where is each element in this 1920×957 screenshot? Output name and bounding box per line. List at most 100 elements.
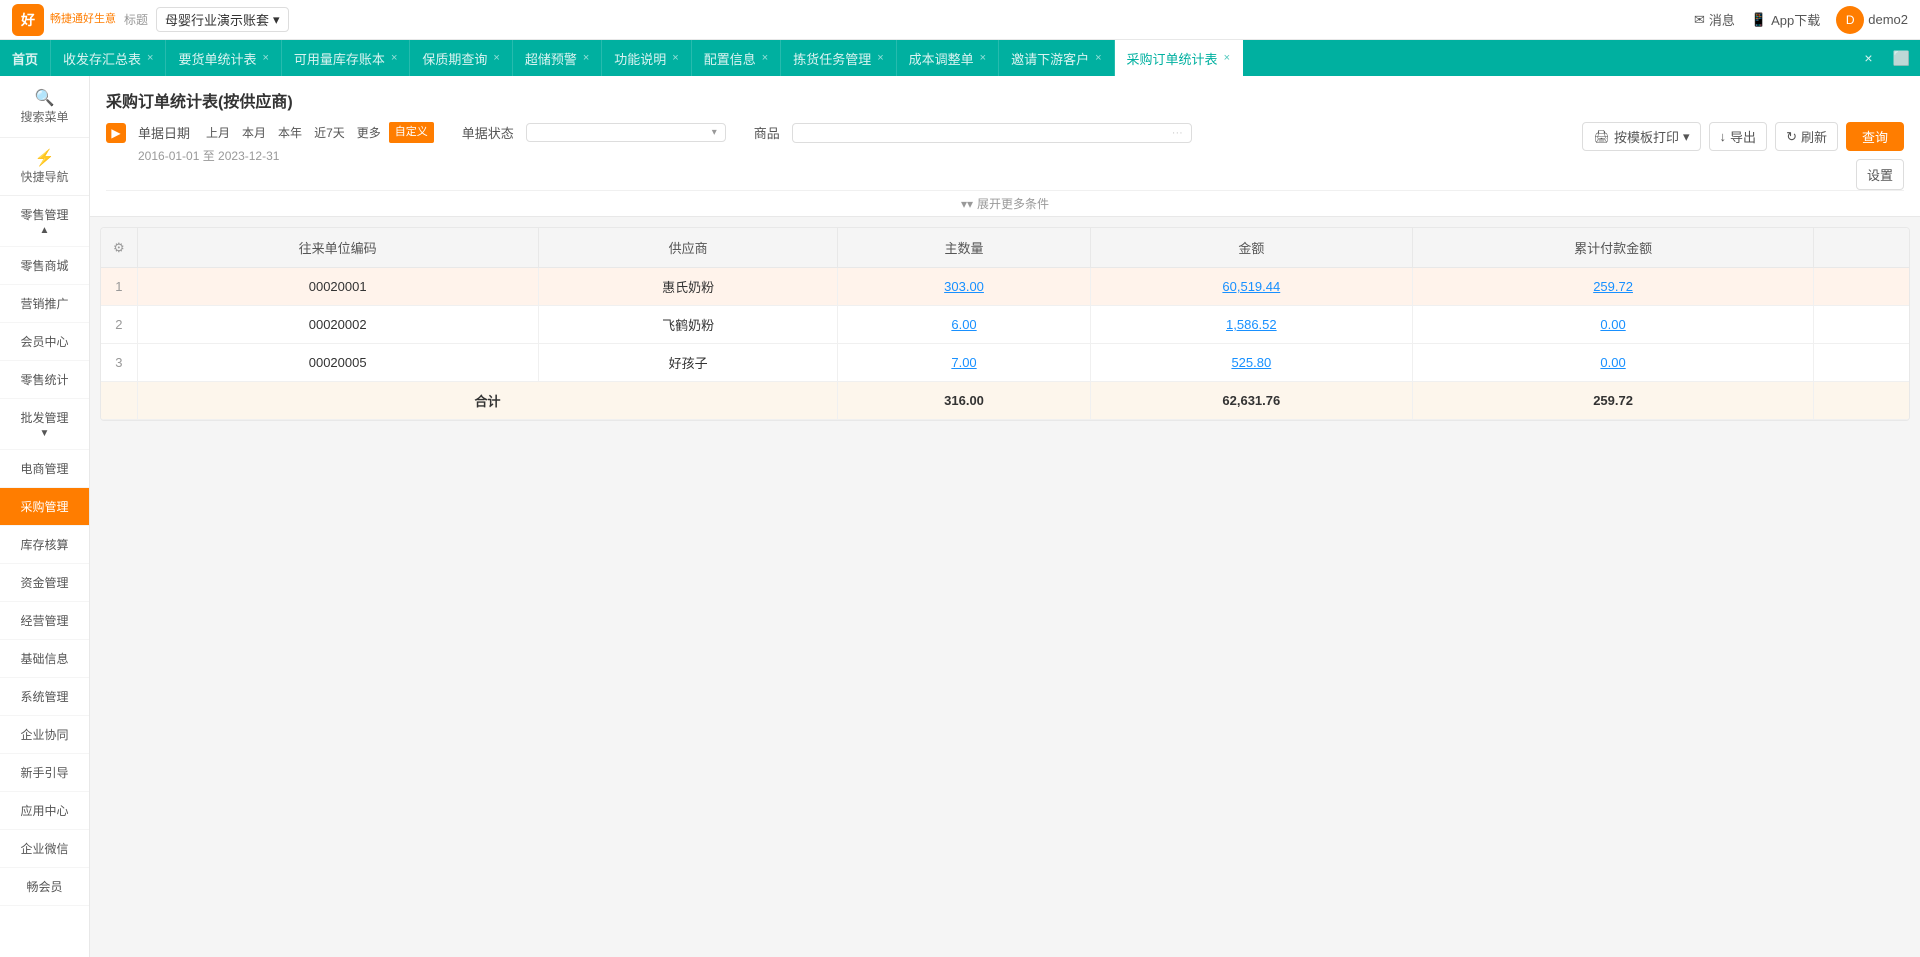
sidebar-item-stock-check[interactable]: 库存核算 [0, 526, 89, 564]
sidebar-item-enterprise-collab[interactable]: 企业协同 [0, 716, 89, 754]
tab-receive-summary[interactable]: 收发存汇总表 × [51, 40, 166, 76]
row-paid-link-3[interactable]: 0.00 [1600, 355, 1625, 370]
message-icon: ✉ [1694, 12, 1705, 28]
avatar-initials: D [1846, 13, 1855, 27]
tab-picking-task-close[interactable]: × [877, 52, 883, 64]
query-button[interactable]: 查询 [1846, 122, 1904, 151]
tab-cost-adjust[interactable]: 成本调整单 × [897, 40, 999, 76]
sidebar-item-new-guide[interactable]: 新手引导 [0, 754, 89, 792]
row-amount-link-3[interactable]: 525.80 [1231, 355, 1271, 370]
footer-amount: 62,631.76 [1090, 382, 1412, 420]
tab-quality-check-label: 保质期查询 [422, 49, 487, 68]
settings-button[interactable]: 设置 [1856, 159, 1904, 190]
print-button[interactable]: 🖨 按模板打印 ▾ [1582, 122, 1700, 151]
date-btn-7days[interactable]: 近7天 [310, 122, 349, 143]
tab-function-desc-close[interactable]: × [672, 52, 678, 64]
sidebar-item-system-mgmt[interactable]: 系统管理 [0, 678, 89, 716]
date-quick-buttons: 上月 本月 本年 近7天 更多 自定义 [202, 122, 434, 143]
table-footer-row: 合计 316.00 62,631.76 259.72 [101, 382, 1909, 420]
sidebar-item-retail-mall[interactable]: 零售商城 [0, 247, 89, 285]
message-button[interactable]: ✉ 消息 [1694, 10, 1735, 29]
sidebar-item-operations-mgmt[interactable]: 经营管理 [0, 602, 89, 640]
tab-function-desc[interactable]: 功能说明 × [602, 40, 691, 76]
tab-available-stock[interactable]: 可用量库存账本 × [282, 40, 410, 76]
export-button[interactable]: ↓ 导出 [1709, 122, 1768, 151]
sidebar-item-ecommerce-mgmt[interactable]: 电商管理 [0, 450, 89, 488]
row-qty-link-1[interactable]: 303.00 [944, 279, 984, 294]
sidebar-item-purchase-mgmt[interactable]: 采购管理 [0, 488, 89, 526]
tab-goods-stats[interactable]: 要货单统计表 × [166, 40, 281, 76]
sidebar-item-basic-info[interactable]: 基础信息 [0, 640, 89, 678]
tab-config-info[interactable]: 配置信息 × [692, 40, 781, 76]
column-settings-icon[interactable]: ⚙ [113, 240, 125, 255]
sidebar-item-retail-mgmt[interactable]: 零售管理 ▲ [0, 196, 89, 247]
user-profile[interactable]: D demo2 [1836, 6, 1908, 34]
logo-area: 好 畅捷通好生意 [12, 4, 116, 36]
tab-overstock-warning-close[interactable]: × [583, 52, 589, 64]
export-label: 导出 [1730, 127, 1756, 146]
basic-info-label: 基础信息 [20, 650, 68, 667]
expand-more-button[interactable]: ▾▾ 展开更多条件 [961, 195, 1049, 212]
quick-nav-button[interactable]: ⚡ 快捷导航 [0, 142, 89, 191]
row-qty-link-3[interactable]: 7.00 [951, 355, 976, 370]
workspace-selector[interactable]: 母婴行业演示账套 ▾ [156, 7, 289, 32]
row-num-1: 1 [101, 268, 137, 306]
expand-more-section: ▾▾ 展开更多条件 [106, 190, 1904, 216]
retail-stats-label: 零售统计 [20, 371, 68, 388]
tab-quality-check[interactable]: 保质期查询 × [410, 40, 512, 76]
refresh-button[interactable]: ↻ 刷新 [1775, 122, 1838, 151]
row-qty-link-2[interactable]: 6.00 [951, 317, 976, 332]
sidebar-item-wholesale-mgmt[interactable]: 批发管理 ▼ [0, 399, 89, 450]
row-amount-3: 525.80 [1090, 344, 1412, 382]
tab-home[interactable]: 首页 [0, 40, 51, 76]
sidebar-item-app-center[interactable]: 应用中心 [0, 792, 89, 830]
row-paid-link-1[interactable]: 259.72 [1593, 279, 1633, 294]
sidebar-item-enterprise-wechat[interactable]: 企业微信 [0, 830, 89, 868]
date-custom-badge[interactable]: 自定义 [389, 122, 434, 143]
date-btn-more[interactable]: 更多 [353, 122, 385, 143]
tab-receive-summary-close[interactable]: × [147, 52, 153, 64]
row-extra-1 [1814, 268, 1909, 306]
workspace-label: 母婴行业演示账套 [165, 10, 269, 29]
th-supplier: 供应商 [538, 228, 838, 268]
top-bar-left: 好 畅捷通好生意 标题 母婴行业演示账套 ▾ [12, 4, 289, 36]
tab-invite-downstream-close[interactable]: × [1095, 52, 1101, 64]
sidebar-item-finance-mgmt[interactable]: 资金管理 [0, 564, 89, 602]
row-qty-2: 6.00 [838, 306, 1090, 344]
th-extra [1814, 228, 1909, 268]
date-btn-this-year[interactable]: 本年 [274, 122, 306, 143]
date-btn-last-month[interactable]: 上月 [202, 122, 234, 143]
tab-quality-check-close[interactable]: × [493, 52, 499, 64]
tab-overstock-warning[interactable]: 超储预警 × [513, 40, 602, 76]
tab-available-stock-close[interactable]: × [391, 52, 397, 64]
print-label: 按模板打印 [1614, 127, 1679, 146]
operations-mgmt-label: 经营管理 [20, 612, 68, 629]
goods-filter-input[interactable]: ··· [792, 123, 1192, 143]
print-icon: 🖨 [1593, 129, 1610, 145]
print-arrow-icon: ▾ [1683, 129, 1690, 145]
refresh-label: 刷新 [1801, 127, 1827, 146]
tab-config-info-close[interactable]: × [762, 52, 768, 64]
tab-close-all-button[interactable]: × [1854, 40, 1882, 76]
tab-invite-downstream[interactable]: 邀请下游客户 × [999, 40, 1114, 76]
filter-toggle-button[interactable]: ▶ [106, 123, 126, 143]
tab-cost-adjust-close[interactable]: × [980, 52, 986, 64]
row-supplier-1: 惠氏奶粉 [538, 268, 838, 306]
row-amount-link-2[interactable]: 1,586.52 [1226, 317, 1277, 332]
app-download-button[interactable]: 📱 App下载 [1751, 10, 1820, 29]
row-paid-link-2[interactable]: 0.00 [1600, 317, 1625, 332]
sidebar-item-member-center[interactable]: 会员中心 [0, 323, 89, 361]
tab-purchase-stats[interactable]: 采购订单统计表 × [1115, 40, 1243, 76]
tab-maximize-button[interactable]: ⬜ [1883, 40, 1920, 76]
search-menu-button[interactable]: 🔍 搜索菜单 [6, 84, 83, 129]
tab-picking-task[interactable]: 拣货任务管理 × [781, 40, 896, 76]
tab-goods-stats-close[interactable]: × [262, 52, 268, 64]
date-btn-this-month[interactable]: 本月 [238, 122, 270, 143]
sidebar-item-marketing[interactable]: 营销推广 [0, 285, 89, 323]
row-amount-link-1[interactable]: 60,519.44 [1222, 279, 1280, 294]
top-bar-right: ✉ 消息 📱 App下载 D demo2 [1694, 6, 1908, 34]
sidebar-item-free-member[interactable]: 畅会员 [0, 868, 89, 906]
tab-purchase-stats-close[interactable]: × [1224, 52, 1230, 64]
sidebar-item-retail-stats[interactable]: 零售统计 [0, 361, 89, 399]
status-filter-select[interactable]: ▾ [526, 123, 726, 142]
